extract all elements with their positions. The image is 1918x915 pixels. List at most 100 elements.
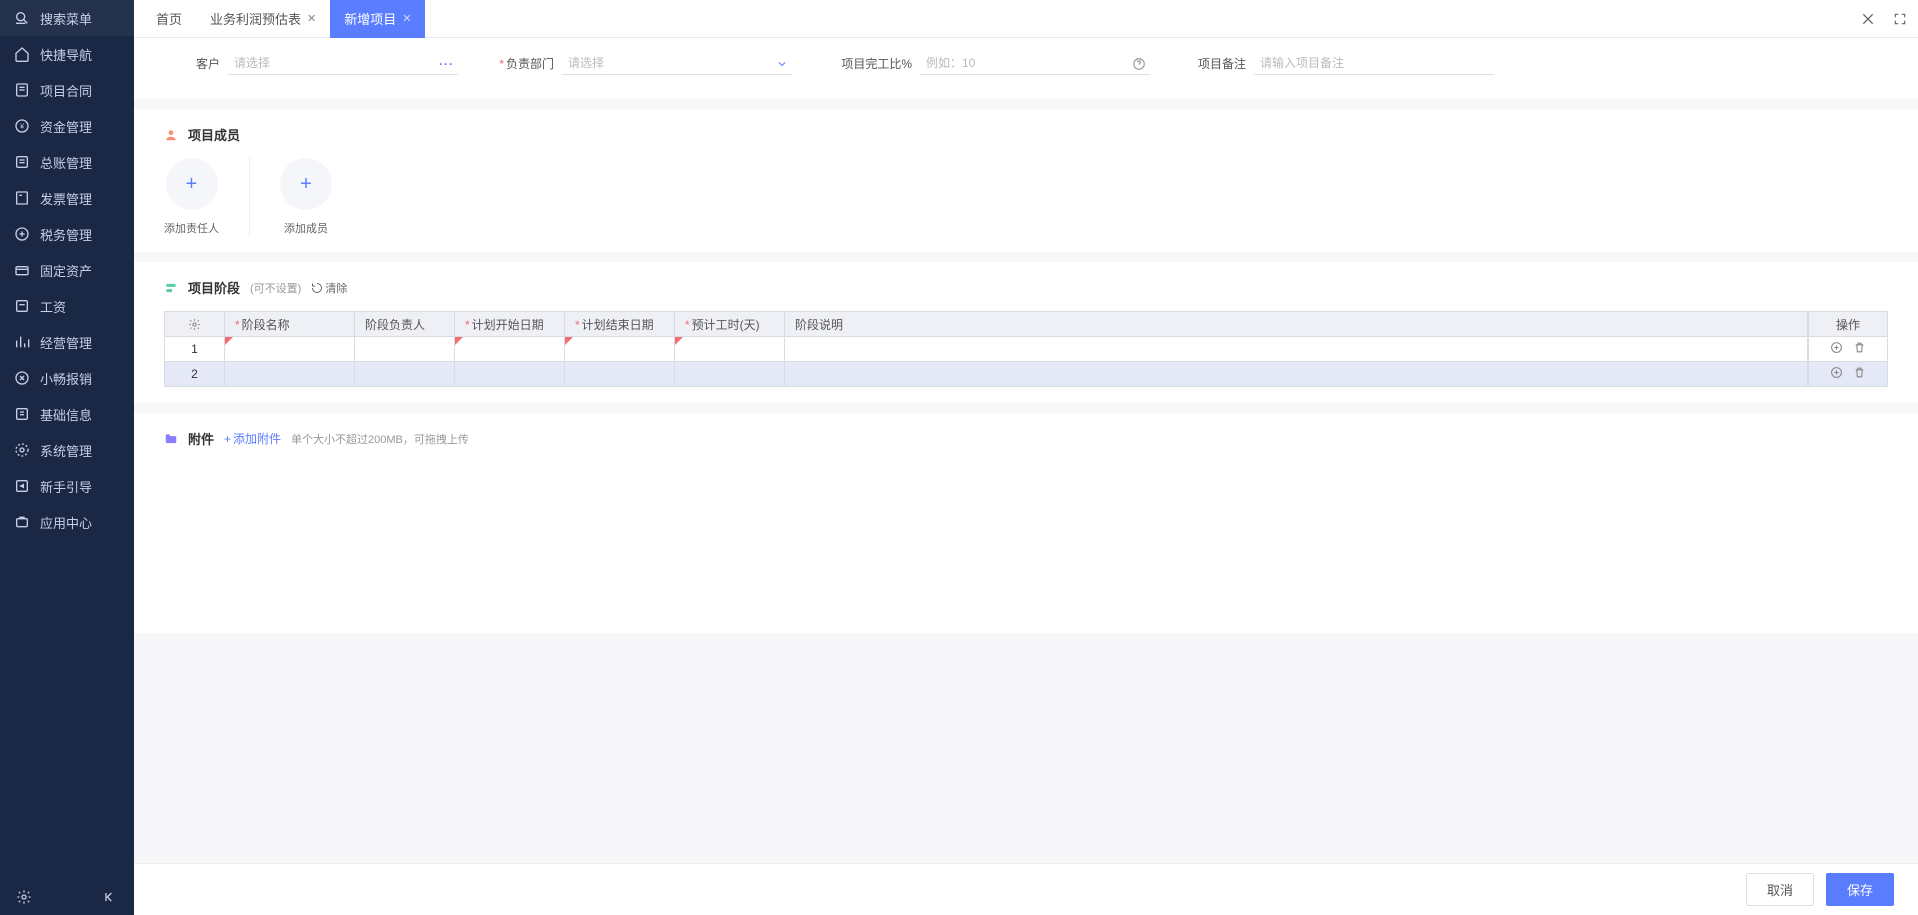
customer-select[interactable]: [228, 52, 458, 75]
sidebar-item-label: 应用中心: [40, 513, 92, 532]
tab-label: 新增项目: [344, 9, 396, 28]
add-owner-button[interactable]: +: [166, 158, 218, 210]
content: 客户 ··· *负责部门 项目完工比%: [134, 38, 1918, 915]
sidebar-item-label: 基础信息: [40, 405, 92, 424]
clear-button[interactable]: 清除: [311, 280, 347, 296]
remark-input[interactable]: [1254, 52, 1494, 75]
cell-hours[interactable]: [675, 337, 785, 362]
help-icon[interactable]: [1132, 57, 1146, 71]
field-remark: 项目备注: [1190, 52, 1494, 75]
close-icon[interactable]: ✕: [307, 12, 316, 25]
sidebar-item-label: 工资: [40, 297, 66, 316]
stages-section: 项目阶段 (可不设置) 清除 *阶段名称 阶段负责人: [134, 262, 1918, 403]
dept-select[interactable]: [562, 52, 792, 75]
cell-desc[interactable]: [785, 362, 1808, 387]
cell-start[interactable]: [455, 337, 565, 362]
cell-end[interactable]: [565, 362, 675, 387]
sidebar-item-business[interactable]: 经营管理: [0, 324, 134, 360]
search-icon: [14, 10, 30, 26]
cell-desc[interactable]: [785, 337, 1808, 362]
sidebar-item-guide[interactable]: 新手引导: [0, 468, 134, 504]
cell-owner[interactable]: [355, 362, 455, 387]
col-desc: 阶段说明: [785, 312, 1808, 337]
sidebar-item-basicinfo[interactable]: 基础信息: [0, 396, 134, 432]
asset-icon: [14, 262, 30, 278]
cell-owner[interactable]: [355, 337, 455, 362]
cell-start[interactable]: [455, 362, 565, 387]
sidebar-item-funds[interactable]: ¥ 资金管理: [0, 108, 134, 144]
table-row[interactable]: 1: [165, 337, 1808, 362]
table-row[interactable]: 2: [165, 362, 1808, 387]
tab-label: 首页: [156, 9, 182, 28]
add-member-button[interactable]: +: [280, 158, 332, 210]
tax-icon: [14, 226, 30, 242]
sidebar-item-project-contract[interactable]: 项目合同: [0, 72, 134, 108]
add-row-icon[interactable]: [1830, 341, 1843, 354]
field-completion: 项目完工比%: [832, 52, 1150, 75]
stage-icon: [164, 281, 178, 295]
table-row: [1809, 362, 1888, 387]
sidebar-item-system[interactable]: 系统管理: [0, 432, 134, 468]
delete-row-icon[interactable]: [1853, 341, 1866, 354]
sidebar-item-salary[interactable]: 工资: [0, 288, 134, 324]
system-icon: [14, 442, 30, 458]
col-ops: 操作: [1809, 312, 1888, 337]
svg-text:¥: ¥: [20, 122, 25, 131]
cell-end[interactable]: [565, 337, 675, 362]
delete-row-icon[interactable]: [1853, 366, 1866, 379]
sidebar-item-quicknav[interactable]: 快捷导航: [0, 36, 134, 72]
row-index: 1: [165, 337, 225, 362]
sidebar: 搜索菜单 快捷导航 项目合同 ¥ 资金管理 总账管理 发票管理 税务管理 固定资: [0, 0, 134, 915]
tab-new-project[interactable]: 新增项目 ✕: [330, 0, 425, 38]
home-icon: [14, 46, 30, 62]
sidebar-item-ledger[interactable]: 总账管理: [0, 144, 134, 180]
money-icon: ¥: [14, 118, 30, 134]
col-hours: *预计工时(天): [675, 312, 785, 337]
section-title: 项目阶段: [188, 278, 240, 297]
col-end: *计划结束日期: [565, 312, 675, 337]
fullscreen-icon[interactable]: [1890, 9, 1910, 29]
folder-icon: [164, 432, 178, 446]
sidebar-item-label: 搜索菜单: [40, 9, 92, 28]
sidebar-item-appcenter[interactable]: 应用中心: [0, 504, 134, 540]
guide-icon: [14, 478, 30, 494]
members-section: 项目成员 + 添加责任人 + 添加成员: [134, 109, 1918, 252]
field-label: 项目完工比%: [832, 55, 912, 72]
sidebar-item-tax[interactable]: 税务管理: [0, 216, 134, 252]
sidebar-item-invoice[interactable]: 发票管理: [0, 180, 134, 216]
sidebar-item-expense[interactable]: 小畅报销: [0, 360, 134, 396]
collapse-icon[interactable]: [100, 887, 120, 907]
add-row-icon[interactable]: [1830, 366, 1843, 379]
cell-name[interactable]: [225, 362, 355, 387]
expense-icon: [14, 370, 30, 386]
completion-input[interactable]: [920, 52, 1150, 75]
save-button[interactable]: 保存: [1826, 873, 1894, 906]
close-panel-icon[interactable]: [1858, 9, 1878, 29]
stages-table: *阶段名称 阶段负责人 *计划开始日期 *计划结束日期 *预计工时(天) 阶段说…: [164, 311, 1808, 387]
tab-home[interactable]: 首页: [142, 0, 196, 38]
sidebar-item-label: 发票管理: [40, 189, 92, 208]
row-index: 2: [165, 362, 225, 387]
cancel-button[interactable]: 取消: [1746, 873, 1814, 906]
add-attachment-button[interactable]: + 添加附件: [224, 430, 281, 447]
sidebar-item-label: 资金管理: [40, 117, 92, 136]
sidebar-item-assets[interactable]: 固定资产: [0, 252, 134, 288]
cell-hours[interactable]: [675, 362, 785, 387]
tab-profit-estimate[interactable]: 业务利润预估表 ✕: [196, 0, 330, 38]
gear-header[interactable]: [165, 312, 225, 337]
biz-icon: [14, 334, 30, 350]
field-label: 客户: [164, 55, 220, 72]
field-dept: *负责部门: [498, 52, 792, 75]
sidebar-item-label: 快捷导航: [40, 45, 92, 64]
sidebar-item-search[interactable]: 搜索菜单: [0, 0, 134, 36]
cell-name[interactable]: [225, 337, 355, 362]
sidebar-item-label: 经营管理: [40, 333, 92, 352]
add-member-label: 添加成员: [284, 220, 328, 236]
form-panel: 客户 ··· *负责部门 项目完工比%: [134, 38, 1918, 99]
add-owner-label: 添加责任人: [164, 220, 219, 236]
close-icon[interactable]: ✕: [402, 12, 411, 25]
salary-icon: [14, 298, 30, 314]
invoice-icon: [14, 190, 30, 206]
settings-icon[interactable]: [14, 887, 34, 907]
sidebar-item-label: 税务管理: [40, 225, 92, 244]
